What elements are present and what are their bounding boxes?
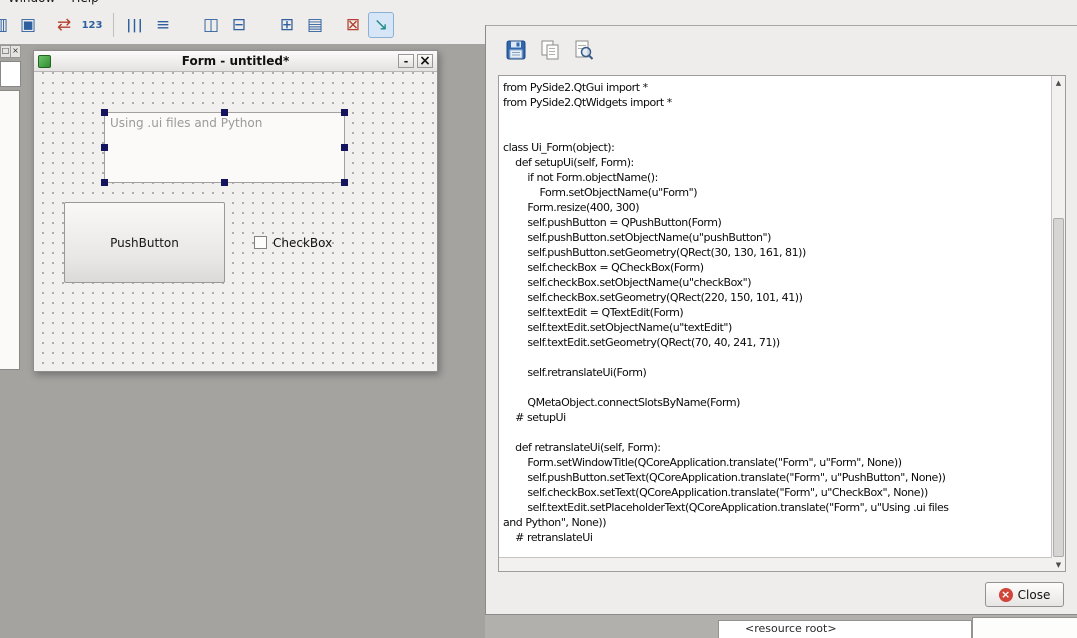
- textedit-placeholder: Using .ui files and Python: [105, 113, 344, 133]
- resource-root-item[interactable]: <resource root>: [719, 621, 971, 635]
- form-editor-window: Form - untitled* - × Using .ui files and…: [33, 50, 438, 372]
- code-line: [503, 125, 1049, 140]
- code-line: self.pushButton = QPushButton(Form): [503, 215, 1049, 230]
- selection-handle[interactable]: [101, 144, 108, 151]
- qt-designer-screen: Window Help ▥▣ ⇄123 |||≡ ◫⊟ ⊞▤ ⊠↘ □ × Form - u…: [0, 0, 1077, 638]
- layout-grid-icon[interactable]: ⊞: [274, 12, 300, 38]
- code-preview-dialog: from PySide2.QtGui import *from PySide2.…: [485, 25, 1077, 615]
- code-line: self.checkBox.setObjectName(u"checkBox"): [503, 275, 1049, 290]
- form-window-titlebar[interactable]: Form - untitled* - ×: [34, 51, 437, 72]
- code-line: from PySide2.QtWidgets import *: [503, 95, 1049, 110]
- main-toolbar: ▥▣ ⇄123 |||≡ ◫⊟ ⊞▤ ⊠↘: [0, 8, 394, 42]
- code-line: [503, 425, 1049, 440]
- horizontal-scrollbar[interactable]: [499, 557, 1052, 571]
- resource-panel-fragment: [972, 617, 1077, 638]
- code-content: from PySide2.QtGui import *from PySide2.…: [500, 77, 1051, 557]
- code-line: [503, 110, 1049, 125]
- menu-help[interactable]: Help: [71, 0, 98, 7]
- widget-box-dock-fragment: □ ×: [0, 45, 21, 615]
- edit-widgets-icon[interactable]: ▥: [0, 12, 13, 38]
- minimize-button[interactable]: -: [398, 54, 414, 68]
- form-window-title: Form - untitled*: [34, 54, 437, 68]
- close-button-label: Close: [1018, 588, 1051, 602]
- scroll-down-icon[interactable]: ▼: [1052, 558, 1065, 571]
- checkbox-indicator[interactable]: [254, 236, 267, 249]
- dock-close-icon[interactable]: ×: [10, 45, 21, 58]
- layout-form-icon[interactable]: ▤: [302, 12, 328, 38]
- layout-splitter-vertical-icon[interactable]: ⊟: [226, 12, 252, 38]
- layout-splitter-horizontal-icon[interactable]: ◫: [198, 12, 224, 38]
- checkbox-label: CheckBox: [273, 236, 332, 250]
- code-line: self.retranslateUi(Form): [503, 365, 1049, 380]
- toolbar-separator: [113, 13, 114, 37]
- code-line: self.pushButton.setGeometry(QRect(30, 13…: [503, 245, 1049, 260]
- close-circle-icon: ×: [999, 588, 1013, 602]
- code-line: # retranslateUi: [503, 530, 1049, 545]
- code-line: Form.resize(400, 300): [503, 200, 1049, 215]
- form-window-icon: [38, 55, 51, 68]
- selection-handle[interactable]: [221, 109, 228, 116]
- code-line: self.pushButton.setText(QCoreApplication…: [503, 470, 1049, 485]
- scrollbar-thumb[interactable]: [1053, 218, 1064, 557]
- code-dialog-toolbar: [504, 38, 596, 62]
- find-icon[interactable]: [572, 38, 596, 62]
- textedit-widget[interactable]: Using .ui files and Python: [104, 112, 345, 183]
- code-line: self.checkBox = QCheckBox(Form): [503, 260, 1049, 275]
- edit-tab-order-icon[interactable]: 123: [79, 12, 105, 38]
- code-line: self.textEdit.setObjectName(u"textEdit"): [503, 320, 1049, 335]
- form-canvas: Using .ui files and Python PushButton Ch…: [34, 72, 437, 371]
- close-button[interactable]: ×: [417, 54, 433, 68]
- code-line: # setupUi: [503, 410, 1049, 425]
- code-line: [503, 380, 1049, 395]
- code-line: from PySide2.QtGui import *: [503, 80, 1049, 95]
- code-line: QMetaObject.connectSlotsByName(Form): [503, 395, 1049, 410]
- code-line: self.pushButton.setObjectName(u"pushButt…: [503, 230, 1049, 245]
- code-line: if not Form.objectName():: [503, 170, 1049, 185]
- code-line: self.textEdit.setGeometry(QRect(70, 40, …: [503, 335, 1049, 350]
- adjust-size-icon[interactable]: ↘: [368, 12, 394, 38]
- code-line: Form.setWindowTitle(QCoreApplication.tra…: [503, 455, 1049, 470]
- break-layout-icon[interactable]: ⊠: [340, 12, 366, 38]
- resource-browser-fragment: <resource root>: [718, 620, 972, 638]
- code-line: self.textEdit.setPlaceholderText(QCoreAp…: [503, 500, 1049, 515]
- code-line: class Ui_Form(object):: [503, 140, 1049, 155]
- code-line: def setupUi(self, Form):: [503, 155, 1049, 170]
- selection-handle[interactable]: [101, 109, 108, 116]
- code-line: def retranslateUi(self, Form):: [503, 440, 1049, 455]
- pushbutton-widget[interactable]: PushButton: [64, 202, 225, 283]
- selection-handle[interactable]: [101, 179, 108, 186]
- widget-box-list: [0, 90, 20, 370]
- code-line: Form.setObjectName(u"Form"): [503, 185, 1049, 200]
- close-dialog-button[interactable]: × Close: [985, 582, 1064, 607]
- layout-horizontal-icon[interactable]: |||: [122, 12, 148, 38]
- edit-signals-slots-icon[interactable]: ⇄: [51, 12, 77, 38]
- selection-handle[interactable]: [341, 144, 348, 151]
- save-icon[interactable]: [504, 38, 528, 62]
- selection-handle[interactable]: [341, 109, 348, 116]
- code-line: and Python", None)): [503, 515, 1049, 530]
- widget-filter-input[interactable]: [0, 61, 21, 87]
- selection-handle[interactable]: [221, 179, 228, 186]
- checkbox-widget[interactable]: CheckBox: [254, 222, 355, 263]
- selection-handle[interactable]: [341, 179, 348, 186]
- menubar: Window Help: [0, 0, 1077, 7]
- layout-vertical-icon[interactable]: ≡: [150, 12, 176, 38]
- code-line: self.checkBox.setGeometry(QRect(220, 150…: [503, 290, 1049, 305]
- code-line: [503, 350, 1049, 365]
- code-view[interactable]: from PySide2.QtGui import *from PySide2.…: [498, 75, 1066, 572]
- code-line: self.textEdit = QTextEdit(Form): [503, 305, 1049, 320]
- scroll-up-icon[interactable]: ▲: [1052, 76, 1065, 89]
- copy-icon[interactable]: [538, 38, 562, 62]
- vertical-scrollbar[interactable]: ▲ ▼: [1051, 76, 1065, 571]
- send-to-back-icon[interactable]: ▣: [15, 12, 41, 38]
- menu-window[interactable]: Window: [8, 0, 55, 7]
- code-line: self.checkBox.setText(QCoreApplication.t…: [503, 485, 1049, 500]
